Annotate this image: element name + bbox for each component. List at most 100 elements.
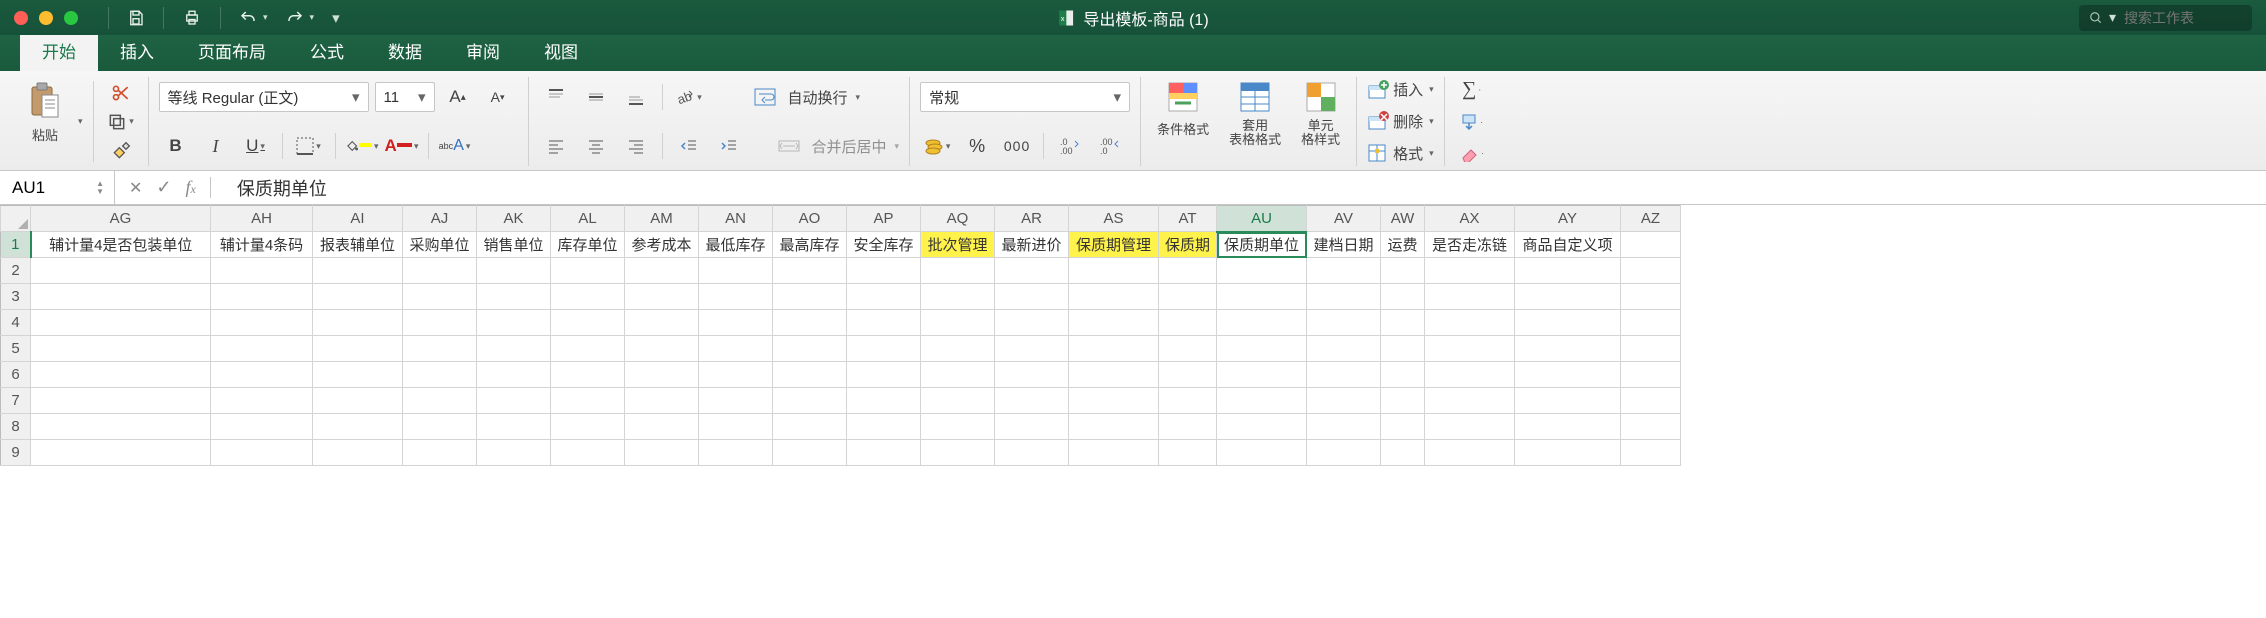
cell-AO9[interactable]	[773, 440, 847, 466]
select-all-corner[interactable]	[1, 206, 31, 232]
wrap-text-dropdown[interactable]: ▾	[856, 92, 861, 103]
cell-AZ6[interactable]	[1621, 362, 1681, 388]
cell-AK4[interactable]	[477, 310, 551, 336]
cell-AK2[interactable]	[477, 258, 551, 284]
cell-AP5[interactable]	[847, 336, 921, 362]
accept-formula-button[interactable]: ✓	[156, 177, 171, 198]
cell-AO4[interactable]	[773, 310, 847, 336]
row-header-2[interactable]: 2	[1, 258, 31, 284]
cell-AV1[interactable]: 建档日期	[1307, 232, 1381, 258]
cell-AU6[interactable]	[1217, 362, 1307, 388]
cell-AQ7[interactable]	[921, 388, 995, 414]
cell-AJ5[interactable]	[403, 336, 477, 362]
borders-button[interactable]: ▾	[292, 131, 326, 161]
cell-AQ9[interactable]	[921, 440, 995, 466]
align-right-button[interactable]	[619, 131, 653, 161]
cell-AR8[interactable]	[995, 414, 1069, 440]
cell-AR5[interactable]	[995, 336, 1069, 362]
insert-cells-button[interactable]: 插入 ▾	[1367, 79, 1434, 100]
cell-AY4[interactable]	[1515, 310, 1621, 336]
search-sheet-input[interactable]	[2122, 9, 2242, 27]
decrease-decimal-button[interactable]: .00.0	[1093, 131, 1127, 161]
col-header-AK[interactable]: AK	[477, 206, 551, 232]
cell-AL9[interactable]	[551, 440, 625, 466]
cell-AY7[interactable]	[1515, 388, 1621, 414]
row-header-9[interactable]: 9	[1, 440, 31, 466]
minimize-window-button[interactable]	[39, 11, 53, 25]
save-button[interactable]	[127, 9, 145, 27]
cell-AL3[interactable]	[551, 284, 625, 310]
cell-AK5[interactable]	[477, 336, 551, 362]
cell-AZ2[interactable]	[1621, 258, 1681, 284]
cell-AK9[interactable]	[477, 440, 551, 466]
cell-AU3[interactable]	[1217, 284, 1307, 310]
undo-button[interactable]: ▾	[239, 9, 268, 27]
row-header-3[interactable]: 3	[1, 284, 31, 310]
cell-AQ2[interactable]	[921, 258, 995, 284]
name-box-down[interactable]: ▼	[96, 188, 104, 196]
cell-AH7[interactable]	[211, 388, 313, 414]
cell-AH9[interactable]	[211, 440, 313, 466]
cell-AP9[interactable]	[847, 440, 921, 466]
cell-AS9[interactable]	[1069, 440, 1159, 466]
cell-AH4[interactable]	[211, 310, 313, 336]
font-color-button[interactable]: A ▾	[385, 131, 419, 161]
cell-AN6[interactable]	[699, 362, 773, 388]
col-header-AM[interactable]: AM	[625, 206, 699, 232]
cell-AT8[interactable]	[1159, 414, 1217, 440]
cell-AW6[interactable]	[1381, 362, 1425, 388]
cell-AO1[interactable]: 最高库存	[773, 232, 847, 258]
cell-AY3[interactable]	[1515, 284, 1621, 310]
cell-AT7[interactable]	[1159, 388, 1217, 414]
decrease-font-button[interactable]: A▾	[481, 82, 515, 112]
cell-AT9[interactable]	[1159, 440, 1217, 466]
fill-color-button[interactable]: ▾	[345, 131, 379, 161]
col-header-AL[interactable]: AL	[551, 206, 625, 232]
cell-AW4[interactable]	[1381, 310, 1425, 336]
cell-AG4[interactable]	[31, 310, 211, 336]
cell-AR9[interactable]	[995, 440, 1069, 466]
cell-AM4[interactable]	[625, 310, 699, 336]
wrap-text-button[interactable]	[748, 82, 782, 112]
qat-customize-button[interactable]: ▾	[332, 9, 340, 27]
cell-AV7[interactable]	[1307, 388, 1381, 414]
cell-AX2[interactable]	[1425, 258, 1515, 284]
cell-AV6[interactable]	[1307, 362, 1381, 388]
cell-AQ5[interactable]	[921, 336, 995, 362]
cell-AO6[interactable]	[773, 362, 847, 388]
cell-AJ1[interactable]: 采购单位	[403, 232, 477, 258]
ribbon-tab-2[interactable]: 页面布局	[176, 30, 288, 71]
cut-button[interactable]	[104, 81, 138, 104]
cell-AU2[interactable]	[1217, 258, 1307, 284]
cell-AU1[interactable]: 保质期单位	[1217, 232, 1307, 258]
cell-AO7[interactable]	[773, 388, 847, 414]
orientation-button[interactable]: ab ▾	[672, 82, 706, 112]
col-header-AN[interactable]: AN	[699, 206, 773, 232]
cell-AS7[interactable]	[1069, 388, 1159, 414]
cell-AK8[interactable]	[477, 414, 551, 440]
cell-AN2[interactable]	[699, 258, 773, 284]
underline-button[interactable]: U ▾	[239, 131, 273, 161]
cell-AX6[interactable]	[1425, 362, 1515, 388]
cell-AS2[interactable]	[1069, 258, 1159, 284]
cell-AS4[interactable]	[1069, 310, 1159, 336]
cell-AP8[interactable]	[847, 414, 921, 440]
col-header-AO[interactable]: AO	[773, 206, 847, 232]
redo-button[interactable]: ▾	[286, 9, 315, 27]
paste-dropdown[interactable]: ▾	[78, 116, 83, 127]
cell-AQ3[interactable]	[921, 284, 995, 310]
format-cells-button[interactable]: 格式 ▾	[1367, 143, 1434, 164]
cell-AO2[interactable]	[773, 258, 847, 284]
cell-AK6[interactable]	[477, 362, 551, 388]
cell-AH5[interactable]	[211, 336, 313, 362]
cell-AH3[interactable]	[211, 284, 313, 310]
cell-AL1[interactable]: 库存单位	[551, 232, 625, 258]
cell-AI1[interactable]: 报表辅单位	[313, 232, 403, 258]
cell-AK3[interactable]	[477, 284, 551, 310]
cell-AR7[interactable]	[995, 388, 1069, 414]
cell-AI4[interactable]	[313, 310, 403, 336]
cell-AJ3[interactable]	[403, 284, 477, 310]
cell-AR4[interactable]	[995, 310, 1069, 336]
cell-AH8[interactable]	[211, 414, 313, 440]
increase-indent-button[interactable]	[712, 131, 746, 161]
